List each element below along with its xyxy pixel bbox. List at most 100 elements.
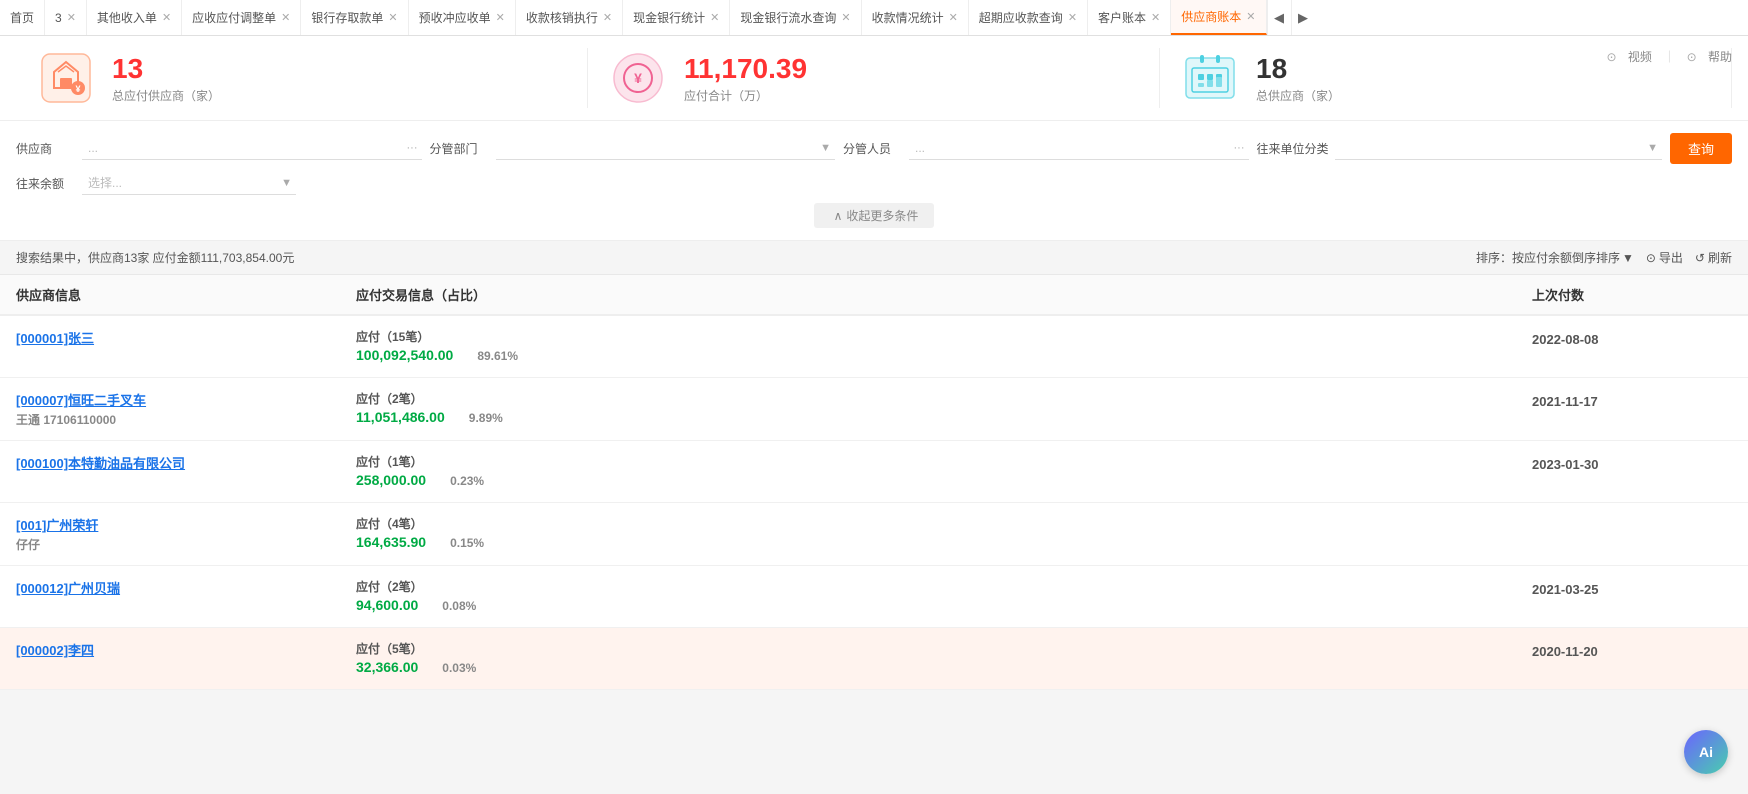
supplier-link[interactable]: [000002]李四 <box>16 640 356 659</box>
payable-amount-label: 应付合计（万） <box>684 87 807 104</box>
category-input[interactable] <box>1335 137 1662 159</box>
supplier-link[interactable]: [000012]广州贝瑞 <box>16 578 356 597</box>
person-input[interactable] <box>909 137 1249 159</box>
trans-amount[interactable]: 100,092,540.00 <box>356 347 453 363</box>
payable-suppliers-icon: ¥ <box>36 48 96 108</box>
table-row[interactable]: [000100]本特勤油品有限公司 应付（1笔） 258,000.00 0.23… <box>0 441 1748 503</box>
close-icon[interactable]: ✕ <box>162 11 171 24</box>
close-icon[interactable]: ✕ <box>1151 11 1160 24</box>
refresh-icon: ↺ <box>1695 251 1705 265</box>
svg-text:¥: ¥ <box>75 84 80 94</box>
nav-item-home[interactable]: 首页 <box>0 0 45 35</box>
export-button[interactable]: ⊙ 导出 <box>1646 249 1683 266</box>
filter-balance: 往来余额 ▼ <box>16 172 296 195</box>
table-row[interactable]: [000002]李四 应付（5笔） 32,366.00 0.03% 2020-1… <box>0 628 1748 690</box>
nav-item-payment-verify[interactable]: 收款核销执行 ✕ <box>516 0 623 35</box>
nav-item-recv-stat[interactable]: 收款情况统计 ✕ <box>862 0 969 35</box>
close-icon[interactable]: ✕ <box>388 11 397 24</box>
filter-person: 分管人员 ··· <box>843 137 1249 160</box>
trans-amount[interactable]: 11,051,486.00 <box>356 409 445 425</box>
close-icon[interactable]: ✕ <box>1068 11 1077 24</box>
nav-item-cash-bank-flow[interactable]: 现金银行流水查询 ✕ <box>730 0 861 35</box>
trans-amount-row: 32,366.00 0.03% <box>356 657 1532 677</box>
balance-filter-label: 往来余额 <box>16 175 76 192</box>
payable-suppliers-label: 总应付供应商（家） <box>112 87 220 104</box>
supplier-link[interactable]: [000100]本特勤油品有限公司 <box>16 453 356 472</box>
nav-item-cash-bank-stat[interactable]: 现金银行统计 ✕ <box>623 0 730 35</box>
result-summary-text: 搜索结果中，供应商13家 应付金额111,703,854.00元 <box>16 249 294 266</box>
dept-input[interactable] <box>496 137 836 159</box>
nav-item-tab3[interactable]: 3 ✕ <box>45 0 87 35</box>
nav-label: 银行存取款单 <box>311 9 383 26</box>
query-button[interactable]: 查询 <box>1670 133 1732 164</box>
table-row[interactable]: [001]广州荣轩 仔仔 应付（4笔） 164,635.90 0.15% <box>0 503 1748 566</box>
table-row[interactable]: [000012]广州贝瑞 应付（2笔） 94,600.00 0.08% 2021… <box>0 566 1748 628</box>
nav-next-arrow[interactable]: ▶ <box>1291 0 1315 36</box>
transaction-cell: 应付（15笔） 100,092,540.00 89.61% <box>356 328 1532 365</box>
collapse-button[interactable]: ∧ 收起更多条件 <box>814 203 935 228</box>
transaction-cell: 应付（5笔） 32,366.00 0.03% <box>356 640 1532 677</box>
ai-button[interactable]: Ai <box>1684 730 1728 774</box>
close-icon[interactable]: ✕ <box>1246 10 1255 23</box>
transaction-cell: 应付（4笔） 164,635.90 0.15% <box>356 515 1532 552</box>
svg-text:¥: ¥ <box>634 70 642 86</box>
table-row[interactable]: [000007]恒旺二手叉车 王通 17106110000 应付（2笔） 11,… <box>0 378 1748 441</box>
nav-item-supplier-ledger[interactable]: 供应商账本 ✕ <box>1171 0 1266 35</box>
sort-arrow-icon: ▼ <box>1622 251 1634 265</box>
video-help-link[interactable]: 视频 <box>1628 50 1652 64</box>
summary-section: ¥ 13 总应付供应商（家） ¥ 11,170.39 应付合计（万） <box>0 36 1748 121</box>
nav-label: 客户账本 <box>1098 9 1146 26</box>
nav-label: 3 <box>55 11 62 25</box>
close-icon[interactable]: ✕ <box>841 11 850 24</box>
nav-label: 现金银行流水查询 <box>740 9 836 26</box>
sort-button[interactable]: 排序：按应付余额倒序排序 ▼ <box>1476 249 1634 266</box>
supplier-link[interactable]: [000001]张三 <box>16 328 356 347</box>
trans-percent: 0.08% <box>442 599 476 613</box>
supplier-input-wrap: ··· <box>82 137 422 160</box>
balance-select[interactable] <box>82 172 296 194</box>
transaction-cell: 应付（2笔） 94,600.00 0.08% <box>356 578 1532 615</box>
supplier-arrow-icon: ··· <box>407 142 418 154</box>
dept-dropdown-icon[interactable]: ▼ <box>820 142 831 154</box>
nav-item-ar-ap-adjust[interactable]: 应收应付调整单 ✕ <box>182 0 301 35</box>
nav-label: 供应商账本 <box>1181 8 1241 25</box>
nav-item-other-income[interactable]: 其他收入单 ✕ <box>87 0 182 35</box>
col-header-lastpay: 上次付数 <box>1532 285 1732 304</box>
supplier-link[interactable]: [001]广州荣轩 <box>16 515 356 534</box>
help-link[interactable]: 帮助 <box>1708 50 1732 64</box>
supplier-link[interactable]: [000007]恒旺二手叉车 <box>16 390 356 409</box>
close-icon[interactable]: ✕ <box>710 11 719 24</box>
filter-dept: 分管部门 ▼ <box>430 137 836 160</box>
supplier-cell: [000007]恒旺二手叉车 王通 17106110000 <box>16 390 356 428</box>
nav-item-prepay-ar[interactable]: 预收冲应收单 ✕ <box>409 0 516 35</box>
nav-item-customer-ledger[interactable]: 客户账本 ✕ <box>1088 0 1171 35</box>
col-header-transaction: 应付交易信息（占比） <box>356 285 1532 304</box>
trans-amount[interactable]: 164,635.90 <box>356 534 426 550</box>
trans-amount[interactable]: 258,000.00 <box>356 472 426 488</box>
refresh-button[interactable]: ↺ 刷新 <box>1695 249 1732 266</box>
trans-label: 应付（4笔） <box>356 515 1532 532</box>
close-icon[interactable]: ✕ <box>281 11 290 24</box>
supplier-input[interactable] <box>82 137 422 159</box>
trans-amount[interactable]: 32,366.00 <box>356 659 418 675</box>
lastpay-cell: 2022-08-08 <box>1532 328 1732 347</box>
trans-label: 应付（1笔） <box>356 453 1532 470</box>
nav-prev-arrow[interactable]: ◀ <box>1267 0 1291 36</box>
payable-suppliers-number: 13 <box>112 52 220 86</box>
close-icon[interactable]: ✕ <box>496 11 505 24</box>
table-row[interactable]: [000001]张三 应付（15笔） 100,092,540.00 89.61%… <box>0 316 1748 378</box>
supplier-sub: 王通 17106110000 <box>16 411 356 428</box>
supplier-cell: [000001]张三 <box>16 328 356 347</box>
nav-item-bank-deposit[interactable]: 银行存取款单 ✕ <box>301 0 408 35</box>
category-dropdown-icon[interactable]: ▼ <box>1647 142 1658 154</box>
balance-dropdown-icon[interactable]: ▼ <box>281 177 292 189</box>
lastpay-cell: 2020-11-20 <box>1532 640 1732 659</box>
supplier-cell: [000100]本特勤油品有限公司 <box>16 453 356 472</box>
trans-percent: 9.89% <box>469 411 503 425</box>
close-icon[interactable]: ✕ <box>949 11 958 24</box>
close-icon[interactable]: ✕ <box>603 11 612 24</box>
trans-amount[interactable]: 94,600.00 <box>356 597 418 613</box>
balance-select-wrap: ▼ <box>82 172 296 195</box>
nav-item-overdue-ar[interactable]: 超期应收款查询 ✕ <box>969 0 1088 35</box>
close-icon[interactable]: ✕ <box>67 11 76 24</box>
